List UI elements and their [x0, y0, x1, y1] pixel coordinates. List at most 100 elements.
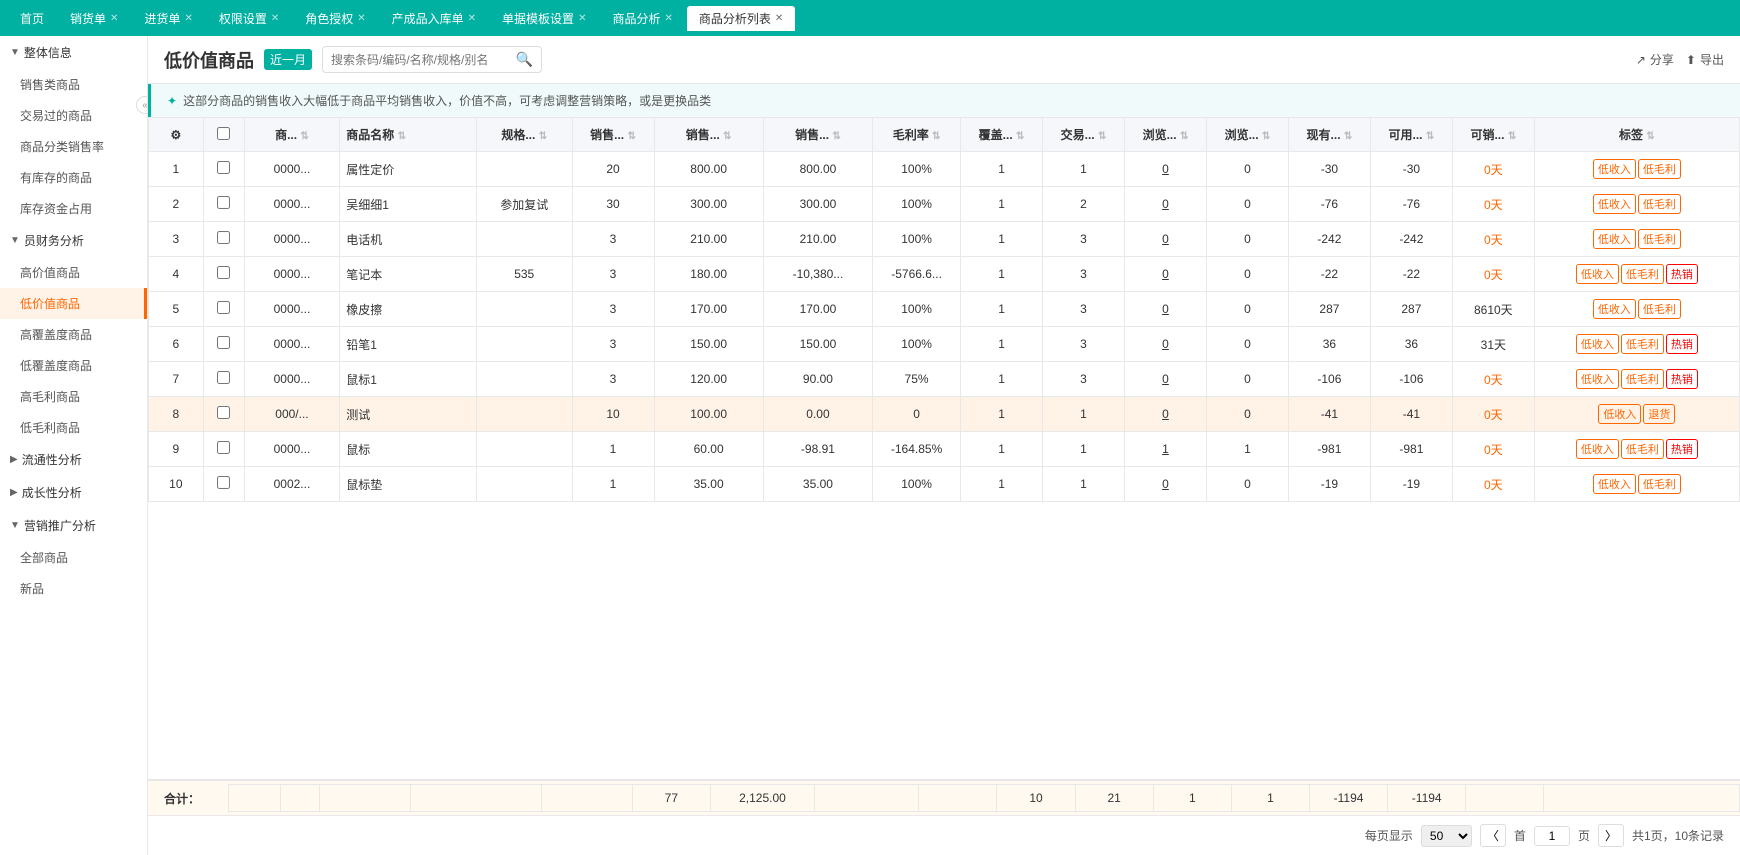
browse-link[interactable]: 0	[1162, 372, 1169, 386]
nav-close-role[interactable]: ✕	[357, 13, 365, 24]
sidebar-item-stocked-products[interactable]: 有库存的商品	[0, 162, 147, 193]
browse-link[interactable]: 0	[1162, 232, 1169, 246]
browse-link[interactable]: 0	[1162, 162, 1169, 176]
th-trade[interactable]: 交易... ⇅	[1043, 118, 1125, 152]
sidebar-item-category-sales-rate[interactable]: 商品分类销售率	[0, 131, 147, 162]
row-checkbox[interactable]	[217, 406, 230, 419]
nav-close-template[interactable]: ✕	[578, 13, 586, 24]
th-browse2[interactable]: 浏览... ⇅	[1206, 118, 1288, 152]
next-page-btn[interactable]: 〉	[1598, 824, 1624, 847]
nav-home[interactable]: 首页	[8, 6, 56, 31]
sidebar-item-stock-capital[interactable]: 库存资金占用	[0, 193, 147, 224]
th-code[interactable]: 商... ⇅	[244, 118, 340, 152]
th-avail[interactable]: 可用... ⇅	[1370, 118, 1452, 152]
nav-close-permission[interactable]: ✕	[271, 13, 279, 24]
row-checkbox-cell[interactable]	[203, 152, 244, 187]
row-browse1[interactable]: 0	[1124, 292, 1206, 327]
first-page-btn[interactable]: 〈	[1480, 824, 1506, 847]
sidebar-item-traded-products[interactable]: 交易过的商品	[0, 100, 147, 131]
row-checkbox[interactable]	[217, 441, 230, 454]
row-browse1[interactable]: 0	[1124, 222, 1206, 257]
page-number-input[interactable]	[1534, 826, 1570, 846]
row-checkbox[interactable]	[217, 371, 230, 384]
th-sellable[interactable]: 可销... ⇅	[1452, 118, 1534, 152]
browse-link[interactable]: 0	[1162, 477, 1169, 491]
row-browse1[interactable]: 0	[1124, 362, 1206, 397]
row-browse1[interactable]: 0	[1124, 397, 1206, 432]
sidebar-section-circulation[interactable]: ▶ 流通性分析	[0, 443, 147, 476]
gear-icon[interactable]: ⚙	[170, 128, 181, 142]
sidebar-item-high-coverage[interactable]: 高覆盖度商品	[0, 319, 147, 350]
nav-role-auth[interactable]: 角色授权 ✕	[293, 6, 377, 31]
per-page-select[interactable]: 50 100 200	[1421, 825, 1472, 847]
export-button[interactable]: ⬆ 导出	[1686, 51, 1724, 68]
search-input[interactable]	[331, 53, 512, 67]
th-stock[interactable]: 现有... ⇅	[1288, 118, 1370, 152]
nav-close-analysis[interactable]: ✕	[664, 13, 672, 24]
share-button[interactable]: ↗ 分享	[1636, 51, 1674, 68]
th-settings[interactable]: ⚙	[149, 118, 204, 152]
sidebar-section-growth[interactable]: ▶ 成长性分析	[0, 476, 147, 509]
sidebar-item-low-coverage[interactable]: 低覆盖度商品	[0, 350, 147, 381]
row-browse1[interactable]: 0	[1124, 187, 1206, 222]
nav-permission[interactable]: 权限设置 ✕	[207, 6, 291, 31]
browse-link[interactable]: 0	[1162, 302, 1169, 316]
browse-link[interactable]: 0	[1162, 407, 1169, 421]
sidebar-item-low-value[interactable]: 低价值商品	[0, 288, 147, 319]
row-checkbox[interactable]	[217, 231, 230, 244]
row-checkbox-cell[interactable]	[203, 292, 244, 327]
browse-link[interactable]: 0	[1162, 267, 1169, 281]
sidebar-item-sales-products[interactable]: 销售类商品	[0, 69, 147, 100]
browse-link[interactable]: 0	[1162, 197, 1169, 211]
row-checkbox-cell[interactable]	[203, 362, 244, 397]
th-spec[interactable]: 规格... ⇅	[476, 118, 572, 152]
th-checkbox[interactable]	[203, 118, 244, 152]
nav-close-list[interactable]: ✕	[775, 13, 783, 24]
row-browse1[interactable]: 0	[1124, 327, 1206, 362]
row-checkbox[interactable]	[217, 301, 230, 314]
sidebar-item-new-products[interactable]: 新品	[0, 573, 147, 604]
row-checkbox[interactable]	[217, 336, 230, 349]
nav-sales-order[interactable]: 销货单 ✕	[58, 6, 130, 31]
nav-product-stock[interactable]: 产成品入库单 ✕	[380, 6, 488, 31]
nav-purchase-order[interactable]: 进货单 ✕	[132, 6, 204, 31]
row-checkbox[interactable]	[217, 161, 230, 174]
th-profit[interactable]: 毛利率 ⇅	[873, 118, 961, 152]
row-browse1[interactable]: 0	[1124, 467, 1206, 502]
sidebar-item-high-profit[interactable]: 高毛利商品	[0, 381, 147, 412]
row-checkbox-cell[interactable]	[203, 432, 244, 467]
nav-close-sales[interactable]: ✕	[110, 13, 118, 24]
row-checkbox-cell[interactable]	[203, 257, 244, 292]
row-checkbox-cell[interactable]	[203, 187, 244, 222]
th-name[interactable]: 商品名称 ⇅	[340, 118, 477, 152]
search-icon[interactable]: 🔍	[516, 51, 533, 68]
sidebar-section-financial[interactable]: ▼ 员财务分析	[0, 224, 147, 257]
row-browse1[interactable]: 0	[1124, 152, 1206, 187]
row-browse1[interactable]: 0	[1124, 257, 1206, 292]
sidebar-item-all-products[interactable]: 全部商品	[0, 542, 147, 573]
nav-close-product[interactable]: ✕	[468, 13, 476, 24]
th-tags[interactable]: 标签 ⇅	[1534, 118, 1739, 152]
row-browse1[interactable]: 1	[1124, 432, 1206, 467]
row-checkbox-cell[interactable]	[203, 467, 244, 502]
sidebar-section-overall[interactable]: ▼ 整体信息	[0, 36, 147, 69]
browse-link[interactable]: 1	[1162, 442, 1169, 456]
sidebar-item-low-profit[interactable]: 低毛利商品	[0, 412, 147, 443]
row-checkbox[interactable]	[217, 196, 230, 209]
nav-template[interactable]: 单据模板设置 ✕	[490, 6, 598, 31]
sidebar-item-high-value[interactable]: 高价值商品	[0, 257, 147, 288]
th-sales-qty[interactable]: 销售... ⇅	[572, 118, 654, 152]
select-all-checkbox[interactable]	[217, 127, 230, 140]
time-filter-tag[interactable]: 近一月	[264, 49, 312, 70]
row-checkbox[interactable]	[217, 476, 230, 489]
browse-link[interactable]: 0	[1162, 337, 1169, 351]
row-checkbox-cell[interactable]	[203, 327, 244, 362]
th-sales-avg[interactable]: 销售... ⇅	[763, 118, 872, 152]
row-checkbox-cell[interactable]	[203, 397, 244, 432]
nav-product-analysis[interactable]: 商品分析 ✕	[600, 6, 684, 31]
th-sales-amt[interactable]: 销售... ⇅	[654, 118, 763, 152]
search-box[interactable]: 🔍	[322, 46, 542, 73]
th-browse1[interactable]: 浏览... ⇅	[1124, 118, 1206, 152]
nav-close-purchase[interactable]: ✕	[184, 13, 192, 24]
row-checkbox-cell[interactable]	[203, 222, 244, 257]
